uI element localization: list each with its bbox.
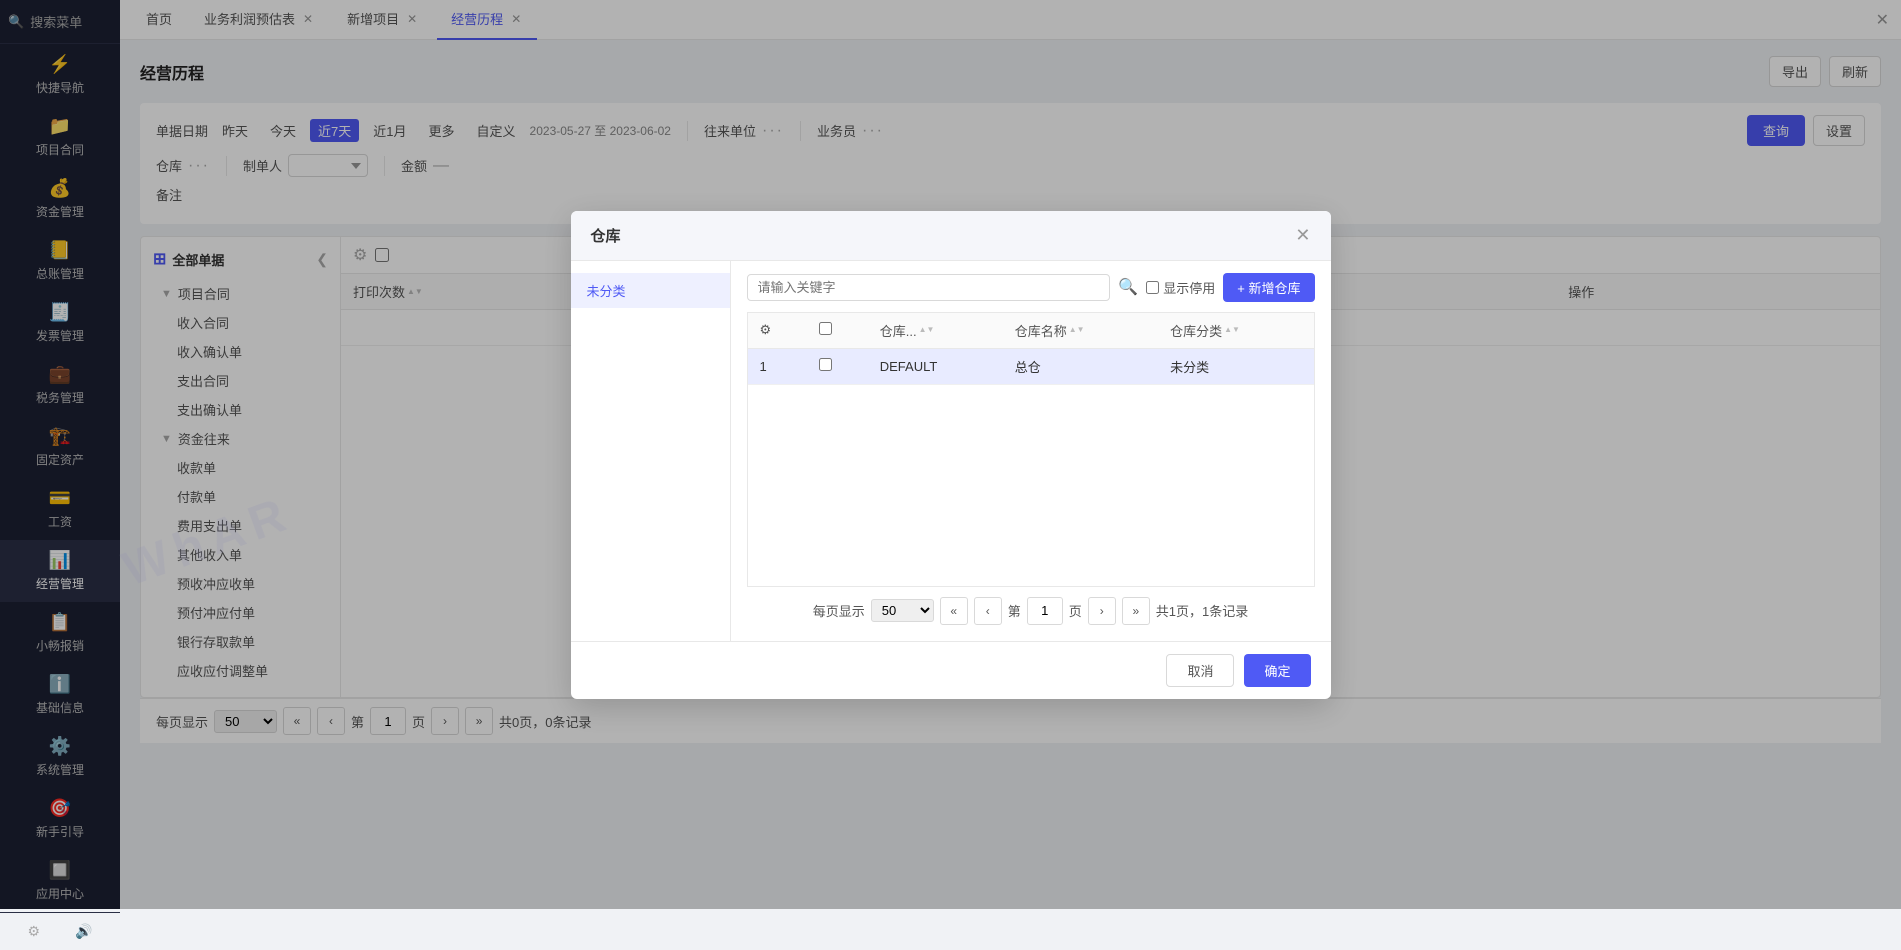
table-row[interactable]: 1 DEFAULT 总仓 未分类 — [748, 348, 1314, 384]
settings-icon[interactable]: ⚙ — [28, 923, 41, 940]
modal-header: 仓库 ✕ — [571, 211, 1331, 261]
modal-close-btn[interactable]: ✕ — [1295, 225, 1310, 246]
modal-prev-page[interactable]: ‹ — [974, 597, 1002, 625]
modal-page-label-pre: 第 — [1008, 601, 1021, 620]
add-warehouse-button[interactable]: + 新增仓库 — [1223, 273, 1314, 302]
modal-right-panel: 🔍 显示停用 + 新增仓库 ⚙ — [731, 261, 1331, 641]
modal-col-settings: ⚙ — [748, 313, 807, 349]
modal-show-disabled-label[interactable]: 显示停用 — [1146, 278, 1215, 297]
modal-sort-arrows: ▲▼ — [919, 326, 935, 334]
modal-table: ⚙ 仓库... ▲▼ — [748, 313, 1314, 385]
modal-col-checkbox — [807, 313, 868, 349]
modal-pagination: 每页显示 50 « ‹ 第 页 › » 共1页，1条记录 — [747, 587, 1315, 629]
row-category: 未分类 — [1158, 348, 1313, 384]
sidebar-bottom: ⚙ 🔊 — [0, 912, 120, 950]
modal-col-category: 仓库分类 ▲▼ — [1158, 313, 1313, 349]
show-disabled-checkbox[interactable] — [1146, 281, 1159, 294]
modal-search-input[interactable] — [747, 274, 1111, 301]
modal-page-size-label: 每页显示 — [813, 601, 865, 620]
modal-footer: 取消 确定 — [571, 641, 1331, 699]
modal-overlay[interactable]: 仓库 ✕ 未分类 🔍 显示停用 + 新增仓库 — [0, 0, 1901, 909]
col-settings-icon[interactable]: ⚙ — [760, 322, 772, 337]
modal-category-item[interactable]: 未分类 — [571, 273, 730, 308]
show-disabled-text: 显示停用 — [1163, 278, 1215, 297]
modal-first-page[interactable]: « — [940, 597, 968, 625]
modal-select-all[interactable] — [819, 322, 832, 335]
row-select-checkbox[interactable] — [819, 358, 832, 371]
modal-confirm-button[interactable]: 确定 — [1244, 654, 1310, 687]
warehouse-modal: 仓库 ✕ 未分类 🔍 显示停用 + 新增仓库 — [571, 211, 1331, 699]
modal-left-panel: 未分类 — [571, 261, 731, 641]
modal-code-sort[interactable]: 仓库... ▲▼ — [880, 321, 935, 340]
modal-name-sort[interactable]: 仓库名称 ▲▼ — [1015, 321, 1085, 340]
modal-total-info: 共1页，1条记录 — [1156, 601, 1248, 620]
modal-cat-sort[interactable]: 仓库分类 ▲▼ — [1170, 321, 1240, 340]
modal-col-code: 仓库... ▲▼ — [868, 313, 1003, 349]
modal-cancel-button[interactable]: 取消 — [1166, 654, 1234, 687]
modal-body: 未分类 🔍 显示停用 + 新增仓库 — [571, 261, 1331, 641]
modal-next-page[interactable]: › — [1088, 597, 1116, 625]
modal-page-label: 页 — [1069, 601, 1082, 620]
modal-last-page[interactable]: » — [1122, 597, 1150, 625]
row-checkbox[interactable] — [807, 348, 868, 384]
modal-page-size-select[interactable]: 50 — [871, 599, 934, 622]
modal-table-container: ⚙ 仓库... ▲▼ — [747, 312, 1315, 587]
modal-col-name: 仓库名称 ▲▼ — [1003, 313, 1158, 349]
row-index: 1 — [748, 348, 807, 384]
modal-sort-arrows-2: ▲▼ — [1069, 326, 1085, 334]
modal-page-input[interactable] — [1027, 597, 1063, 625]
modal-search-row: 🔍 显示停用 + 新增仓库 — [747, 273, 1315, 302]
row-code: DEFAULT — [868, 348, 1003, 384]
modal-search-button[interactable]: 🔍 — [1118, 277, 1138, 297]
row-name: 总仓 — [1003, 348, 1158, 384]
volume-icon[interactable]: 🔊 — [75, 923, 92, 940]
modal-sort-arrows-3: ▲▼ — [1224, 326, 1240, 334]
modal-title: 仓库 — [591, 225, 621, 246]
